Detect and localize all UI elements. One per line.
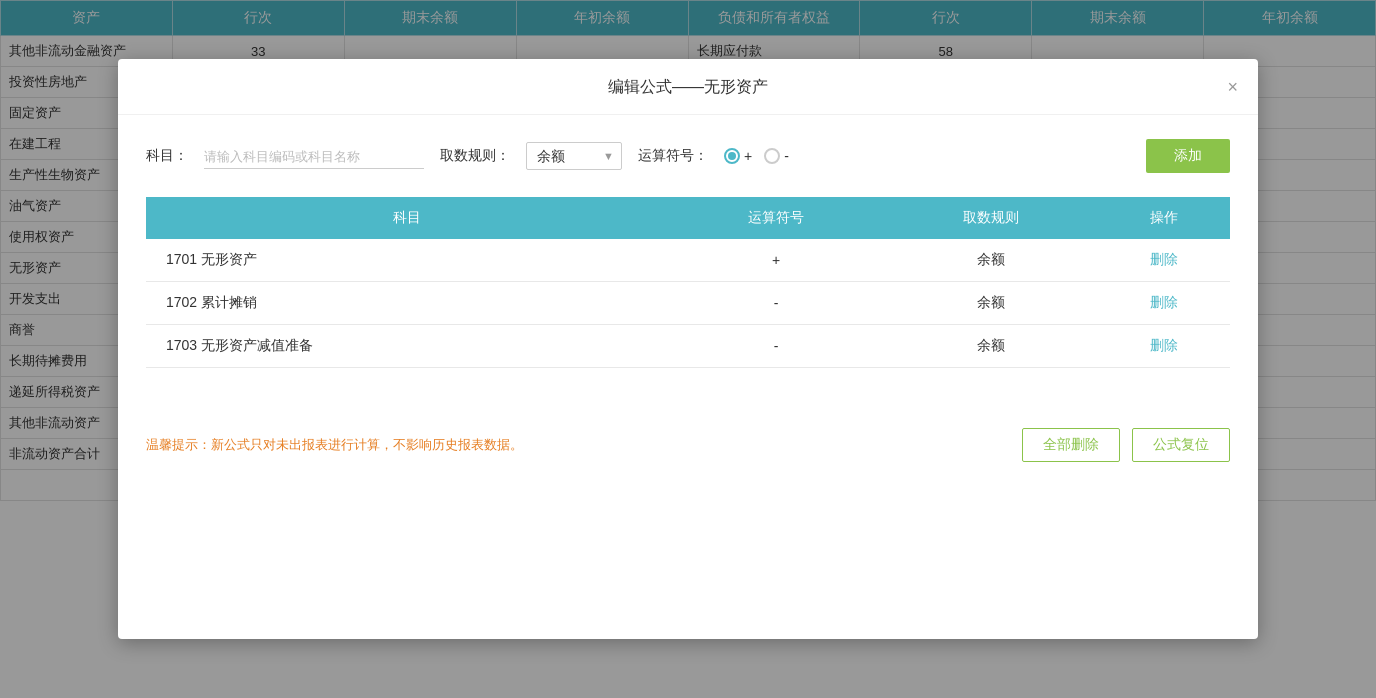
- formula-rule: 余额: [884, 282, 1099, 325]
- edit-formula-modal: 编辑公式——无形资产 × 科目： 取数规则： 余额 借方 贷方 借方累计 贷方累…: [118, 59, 1258, 639]
- formula-row: 1701 无形资产 + 余额 删除: [146, 239, 1230, 282]
- delete-link[interactable]: 删除: [1150, 294, 1178, 310]
- formula-action[interactable]: 删除: [1099, 325, 1230, 368]
- modal-footer: 温馨提示：新公式只对未出报表进行计算，不影响历史报表数据。 全部删除 公式复位: [118, 412, 1258, 478]
- formula-operator: -: [669, 325, 884, 368]
- formula-table: 科目 运算符号 取数规则 操作 1701 无形资产 + 余额 删除 1702 累…: [146, 197, 1230, 368]
- modal-title: 编辑公式——无形资产: [608, 77, 768, 98]
- formula-operator: +: [669, 239, 884, 282]
- formula-action[interactable]: 删除: [1099, 239, 1230, 282]
- formula-rule: 余额: [884, 325, 1099, 368]
- delete-link[interactable]: 删除: [1150, 337, 1178, 353]
- formula-row: 1702 累计摊销 - 余额 删除: [146, 282, 1230, 325]
- rule-select-wrapper: 余额 借方 贷方 借方累计 贷方累计 ▼: [526, 142, 622, 170]
- reset-formula-button[interactable]: 公式复位: [1132, 428, 1230, 462]
- table-header-row: 科目 运算符号 取数规则 操作: [146, 197, 1230, 239]
- th-rule: 取数规则: [884, 197, 1099, 239]
- subject-input[interactable]: [204, 144, 424, 169]
- radio-minus-label: -: [784, 148, 789, 164]
- rule-label: 取数规则：: [440, 147, 510, 165]
- radio-minus[interactable]: -: [764, 148, 789, 164]
- th-operator: 运算符号: [669, 197, 884, 239]
- th-action: 操作: [1099, 197, 1230, 239]
- operator-label: 运算符号：: [638, 147, 708, 165]
- add-button[interactable]: 添加: [1146, 139, 1230, 173]
- delete-all-button[interactable]: 全部删除: [1022, 428, 1120, 462]
- th-subject: 科目: [146, 197, 669, 239]
- footer-buttons: 全部删除 公式复位: [1022, 428, 1230, 462]
- delete-link[interactable]: 删除: [1150, 251, 1178, 267]
- formula-operator: -: [669, 282, 884, 325]
- modal-body: 科目： 取数规则： 余额 借方 贷方 借方累计 贷方累计 ▼ 运算符号： +: [118, 115, 1258, 392]
- formula-subject: 1703 无形资产减值准备: [146, 325, 669, 368]
- formula-action[interactable]: 删除: [1099, 282, 1230, 325]
- formula-row: 1703 无形资产减值准备 - 余额 删除: [146, 325, 1230, 368]
- formula-form-row: 科目： 取数规则： 余额 借方 贷方 借方累计 贷方累计 ▼ 运算符号： +: [146, 139, 1230, 173]
- radio-plus[interactable]: +: [724, 148, 752, 164]
- formula-rule: 余额: [884, 239, 1099, 282]
- radio-plus-circle: [724, 148, 740, 164]
- close-icon[interactable]: ×: [1227, 78, 1238, 96]
- subject-label: 科目：: [146, 147, 188, 165]
- operator-radio-group: + -: [724, 148, 789, 164]
- formula-subject: 1702 累计摊销: [146, 282, 669, 325]
- radio-plus-label: +: [744, 148, 752, 164]
- rule-select[interactable]: 余额 借方 贷方 借方累计 贷方累计: [526, 142, 622, 170]
- hint-text: 温馨提示：新公式只对未出报表进行计算，不影响历史报表数据。: [146, 436, 523, 454]
- formula-subject: 1701 无形资产: [146, 239, 669, 282]
- radio-minus-circle: [764, 148, 780, 164]
- modal-header: 编辑公式——无形资产 ×: [118, 59, 1258, 115]
